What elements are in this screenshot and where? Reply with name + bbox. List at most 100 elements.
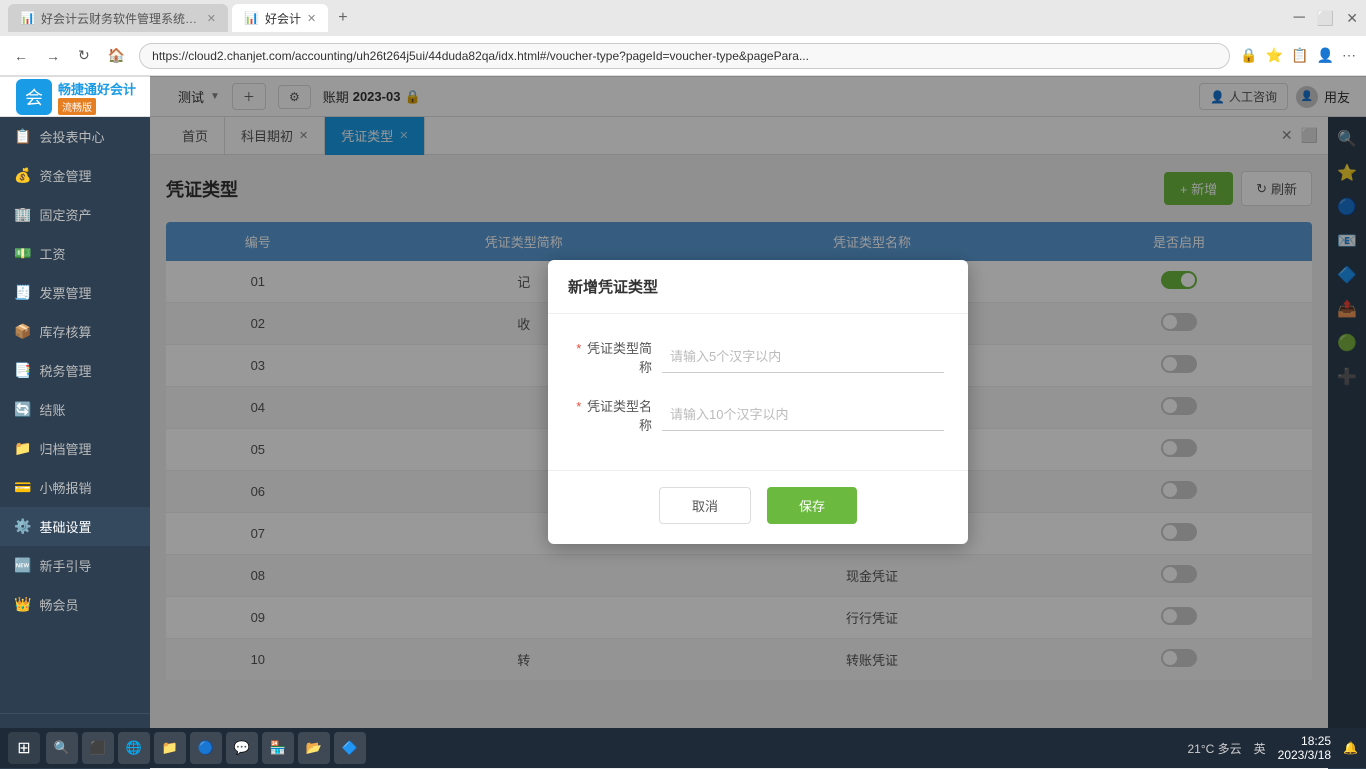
sidebar-item-member[interactable]: 👑 畅会员 [0,585,150,624]
sidebar-label-archive: 归档管理 [39,439,91,458]
logo-area: 会 畅捷通好会计 流畅版 [16,79,166,115]
taskbar-taskview[interactable]: ⬛ [82,732,114,764]
invoice-icon: 🧾 [14,284,31,301]
taskbar-search[interactable]: 🔍 [46,732,78,764]
time-value: 18:25 [1278,734,1331,748]
required-mark-1: * [576,341,581,356]
modal-header: 新增凭证类型 [548,260,968,314]
sidebar-item-tax[interactable]: 📑 税务管理 [0,351,150,390]
notification-icon[interactable]: 🔔 [1343,741,1358,755]
taskbar-apps: 🔍 ⬛ 🌐 📁 🔵 💬 🏪 📂 🔷 [46,732,366,764]
taskbar-time: 18:25 2023/3/18 [1278,734,1331,762]
sidebar-item-salary[interactable]: 💵 工资 [0,234,150,273]
taskbar-store[interactable]: 🏪 [262,732,294,764]
save-button[interactable]: 保存 [767,487,857,524]
taskbar-edge[interactable]: 🌐 [118,732,150,764]
sidebar-label-salary: 工资 [39,244,65,263]
sidebar-item-dashboard[interactable]: 📋 会投表中心 [0,117,150,156]
expense-icon: 💳 [14,479,31,496]
tab2-favicon: 📊 [244,11,259,25]
sidebar-label-expense: 小畅报销 [39,478,91,497]
tab-bar: 📊 好会计云财务软件管理系统_会计 ✕ 📊 好会计 ✕ + ─ ⬜ ✕ [0,0,1366,36]
taskbar-chrome[interactable]: 🔵 [190,732,222,764]
modal-title: 新增凭证类型 [568,279,658,296]
tab2-close[interactable]: ✕ [307,12,316,25]
name-label: * 凭证类型名称 [572,396,662,434]
sidebar-scroll: 📋 会投表中心 💰 资金管理 🏢 固定资产 💵 工资 🧾 发票管理 📦 [0,117,150,713]
extension-icon-4[interactable]: 👤 [1317,47,1334,64]
input-lang: 英 [1254,740,1266,757]
forward-button[interactable]: → [42,46,64,66]
required-mark-2: * [576,399,581,414]
settings-menu[interactable]: ⋯ [1342,47,1356,64]
tab1-favicon: 📊 [20,11,35,25]
sidebar-label-capital: 资金管理 [39,166,91,185]
address-bar: ← → ↻ 🏠 🔒 ⭐ 📋 👤 ⋯ [0,36,1366,76]
taskbar: ⊞ 🔍 ⬛ 🌐 📁 🔵 💬 🏪 📂 🔷 21°C 多云 英 18:25 2023… [0,728,1366,768]
sidebar-item-archive[interactable]: 📁 归档管理 [0,429,150,468]
short-label: * 凭证类型简称 [572,338,662,376]
new-tab-button[interactable]: + [332,9,353,27]
taskbar-files[interactable]: 📂 [298,732,330,764]
tab1-close[interactable]: ✕ [207,12,216,25]
tax-icon: 📑 [14,362,31,379]
sidebar-item-capital[interactable]: 💰 资金管理 [0,156,150,195]
form-row-name: * 凭证类型名称 [572,396,944,434]
maximize-btn[interactable]: ⬜ [1317,10,1334,27]
start-button[interactable]: ⊞ [8,732,40,764]
sidebar-label-tax: 税务管理 [39,361,91,380]
salary-icon: 💵 [14,245,31,262]
home-button[interactable]: 🏠 [104,45,129,66]
tab2-title: 好会计 [265,10,301,27]
guide-icon: 🆕 [14,557,31,574]
toolbar-icons: 🔒 ⭐ 📋 👤 ⋯ [1240,47,1356,64]
cancel-button[interactable]: 取消 [659,487,751,524]
taskbar-wechat[interactable]: 💬 [226,732,258,764]
sidebar-item-expense[interactable]: 💳 小畅报销 [0,468,150,507]
modal-overlay: 新增凭证类型 * 凭证类型简称 * 凭证类型名称 取消 保存 [150,76,1366,728]
taskbar-edge2[interactable]: 🔷 [334,732,366,764]
sidebar-label-fixed-assets: 固定资产 [39,205,91,224]
logo-text-area: 畅捷通好会计 流畅版 [58,79,136,115]
fixed-assets-icon: 🏢 [14,206,31,223]
sidebar-item-fixed-assets[interactable]: 🏢 固定资产 [0,195,150,234]
settings-icon: ⚙️ [14,518,31,535]
browser-chrome: 📊 好会计云财务软件管理系统_会计 ✕ 📊 好会计 ✕ + ─ ⬜ ✕ ← → … [0,0,1366,77]
sidebar-item-inventory[interactable]: 📦 库存核算 [0,312,150,351]
modal-body: * 凭证类型简称 * 凭证类型名称 [548,314,968,470]
extension-icon-3[interactable]: 📋 [1291,47,1308,64]
sidebar-label-invoice: 发票管理 [39,283,91,302]
close-btn[interactable]: ✕ [1346,10,1358,27]
extension-icon-1[interactable]: 🔒 [1240,47,1257,64]
date-value: 2023/3/18 [1278,748,1331,762]
browser-tab-2[interactable]: 📊 好会计 ✕ [232,4,328,32]
sidebar-label-settings: 基础设置 [39,517,91,536]
sidebar-item-guide[interactable]: 🆕 新手引导 [0,546,150,585]
form-row-short: * 凭证类型简称 [572,338,944,376]
sidebar-item-invoice[interactable]: 🧾 发票管理 [0,273,150,312]
settle-icon: 🔄 [14,401,31,418]
back-button[interactable]: ← [10,46,32,66]
address-input[interactable] [139,43,1230,69]
modal-dialog: 新增凭证类型 * 凭证类型简称 * 凭证类型名称 取消 保存 [548,260,968,544]
sidebar-label-dashboard: 会投表中心 [39,127,104,146]
tab1-title: 好会计云财务软件管理系统_会计 [41,10,201,27]
sidebar: 📋 会投表中心 💰 资金管理 🏢 固定资产 💵 工资 🧾 发票管理 📦 [0,117,150,769]
minimize-btn[interactable]: ─ [1293,9,1304,27]
browser-tab-1[interactable]: 📊 好会计云财务软件管理系统_会计 ✕ [8,4,228,32]
short-input[interactable] [662,341,944,373]
sidebar-label-guide: 新手引导 [39,556,91,575]
member-icon: 👑 [14,596,31,613]
name-input[interactable] [662,399,944,431]
refresh-button[interactable]: ↻ [74,45,94,66]
modal-footer: 取消 保存 [548,470,968,544]
weather-info: 21°C 多云 [1187,740,1241,757]
sidebar-item-settings[interactable]: ⚙️ 基础设置 [0,507,150,546]
inventory-icon: 📦 [14,323,31,340]
extension-icon-2[interactable]: ⭐ [1266,47,1283,64]
sidebar-item-settle[interactable]: 🔄 结账 [0,390,150,429]
taskbar-explorer[interactable]: 📁 [154,732,186,764]
capital-icon: 💰 [14,167,31,184]
sidebar-label-member: 畅会员 [39,595,78,614]
logo-main-text: 畅捷通好会计 [58,79,136,98]
